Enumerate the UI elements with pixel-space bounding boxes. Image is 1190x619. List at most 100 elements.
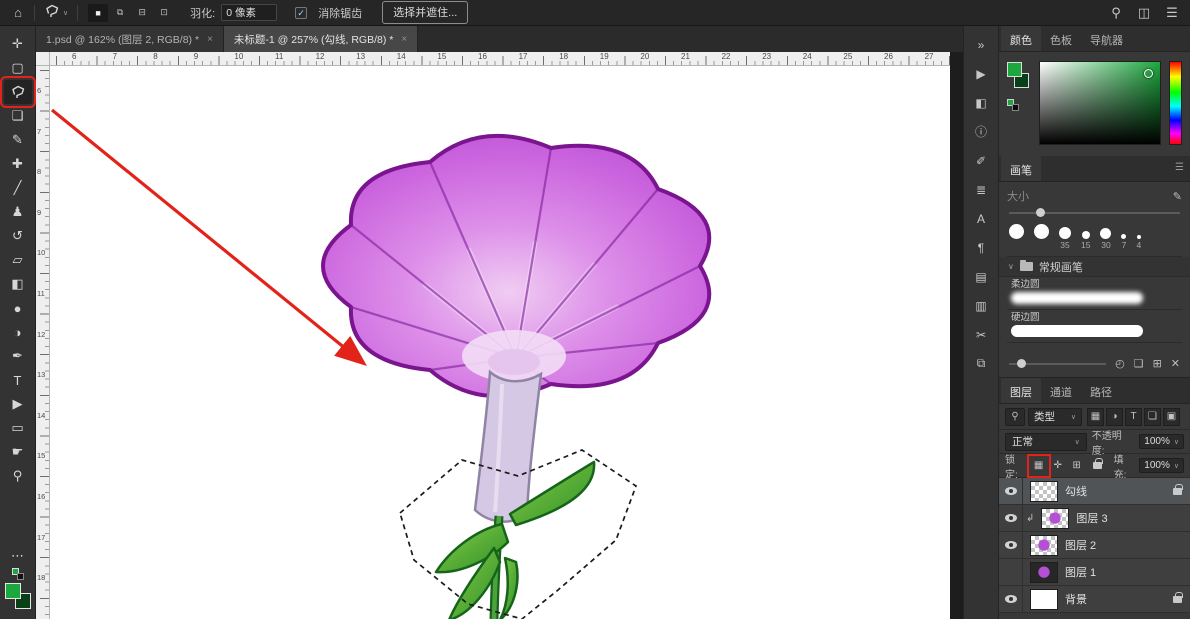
- tab-路径[interactable]: 路径: [1081, 378, 1121, 403]
- brush-preset[interactable]: [1009, 224, 1024, 250]
- new-selection-button[interactable]: ■: [88, 4, 108, 22]
- swatches-panel-icon[interactable]: ▤: [968, 264, 994, 289]
- brush-preset[interactable]: 15: [1081, 231, 1090, 250]
- info-panel-icon[interactable]: ⓘ: [968, 119, 994, 144]
- lock-image-pixels-icon[interactable]: ✛: [1050, 458, 1066, 474]
- edit-toolbar-icon[interactable]: ⋯: [4, 544, 32, 568]
- home-icon[interactable]: ⌂: [8, 5, 28, 20]
- actions-panel-icon[interactable]: ▶: [968, 61, 994, 86]
- color-picker-marker[interactable]: [1144, 69, 1153, 78]
- workspace-switcher-icon[interactable]: ◫: [1134, 5, 1154, 21]
- layer-row[interactable]: 背景: [999, 586, 1190, 613]
- select-and-mask-button[interactable]: 选择并遮住...: [382, 1, 468, 24]
- foreground-color-swatch[interactable]: [5, 583, 21, 599]
- brush-preset[interactable]: 35: [1059, 227, 1071, 250]
- document-tab[interactable]: 1.psd @ 162% (图层 2, RGB/8) *×: [36, 26, 224, 52]
- default-colors-icon[interactable]: [12, 568, 24, 580]
- horizontal-ruler[interactable]: 6789101112131415161718192021222324252627: [50, 52, 950, 66]
- blend-mode-dropdown[interactable]: 正常 ∨: [1005, 433, 1087, 451]
- eyedropper-tool[interactable]: ✎: [4, 128, 32, 152]
- delete-brush-icon[interactable]: ✕: [1171, 357, 1180, 370]
- fill-dropdown[interactable]: 100% ∨: [1139, 458, 1184, 473]
- move-tool[interactable]: ✛: [4, 32, 32, 56]
- document-canvas[interactable]: [50, 66, 950, 619]
- ruler-origin[interactable]: [36, 52, 50, 66]
- eraser-tool[interactable]: ▱: [4, 248, 32, 272]
- slider-knob[interactable]: [1036, 208, 1045, 217]
- feather-input[interactable]: [221, 4, 277, 21]
- brush-preset[interactable]: 7: [1121, 234, 1126, 250]
- clone-stamp-tool[interactable]: ♟: [4, 200, 32, 224]
- hue-slider[interactable]: [1169, 61, 1182, 145]
- brush-size-slider[interactable]: [1009, 205, 1180, 221]
- filter-smart-objects-icon[interactable]: ▣: [1163, 408, 1180, 426]
- layer-row[interactable]: ↳图层 3: [999, 505, 1190, 532]
- tab-颜色[interactable]: 颜色: [1001, 26, 1041, 51]
- styles-panel-icon[interactable]: ▥: [968, 293, 994, 318]
- layer-row[interactable]: 图层 1: [999, 559, 1190, 586]
- tab-导航器[interactable]: 导航器: [1081, 26, 1132, 51]
- visibility-toggle[interactable]: [999, 559, 1023, 585]
- filter-adjustment-layers-icon[interactable]: ◑: [1106, 408, 1123, 426]
- tab-色板[interactable]: 色板: [1041, 26, 1081, 51]
- history-brush-tool[interactable]: ↺: [4, 224, 32, 248]
- healing-brush-tool[interactable]: ✚: [4, 152, 32, 176]
- layer-filter-type-dropdown[interactable]: 类型 ∨: [1028, 408, 1082, 426]
- layer-thumbnail[interactable]: [1030, 589, 1058, 610]
- layer-search-icon[interactable]: ⚲: [1005, 408, 1025, 426]
- brush-preset[interactable]: 30: [1100, 228, 1111, 250]
- more-options-icon[interactable]: ☰: [1162, 5, 1182, 21]
- panel-menu-icon[interactable]: ☰: [1169, 156, 1190, 181]
- document-tab[interactable]: 未标题-1 @ 257% (勾线, RGB/8) *×: [224, 26, 418, 52]
- default-colors-icon[interactable]: [1007, 99, 1019, 111]
- pen-tool[interactable]: ✒: [4, 344, 32, 368]
- stroke-smoothing-slider[interactable]: [1009, 358, 1106, 370]
- lock-all-icon[interactable]: [1088, 458, 1104, 474]
- brush-preset[interactable]: 4: [1136, 235, 1141, 250]
- zoom-tool[interactable]: ⚲: [4, 464, 32, 488]
- subtract-from-selection-button[interactable]: ⊟: [132, 4, 152, 22]
- paragraph-panel-icon[interactable]: ¶: [968, 235, 994, 260]
- layer-row[interactable]: 勾线: [999, 478, 1190, 505]
- character-panel-icon[interactable]: A: [968, 206, 994, 231]
- crop-tool[interactable]: ❏: [4, 104, 32, 128]
- brush-item[interactable]: 柔边圆: [1007, 277, 1182, 310]
- layer-row[interactable]: 图层 2: [999, 532, 1190, 559]
- lock-transparent-pixels-icon[interactable]: ▦: [1031, 458, 1047, 474]
- notes-panel-icon[interactable]: ✂: [968, 322, 994, 347]
- brush-tool[interactable]: ╱: [4, 176, 32, 200]
- visibility-toggle[interactable]: [999, 505, 1023, 531]
- filter-shape-layers-icon[interactable]: ❏: [1144, 408, 1161, 426]
- polygonal-lasso-tool[interactable]: [4, 80, 32, 104]
- layer-thumbnail[interactable]: [1030, 481, 1058, 502]
- visibility-toggle[interactable]: [999, 586, 1023, 612]
- dodge-tool[interactable]: ◑: [4, 320, 32, 344]
- properties-panel-icon[interactable]: ◧: [968, 90, 994, 115]
- slider-knob[interactable]: [1017, 359, 1026, 368]
- tab-通道[interactable]: 通道: [1041, 378, 1081, 403]
- tab-图层[interactable]: 图层: [1001, 378, 1041, 403]
- gradient-tool[interactable]: ◧: [4, 272, 32, 296]
- new-group-icon[interactable]: ❏: [1134, 357, 1144, 370]
- opacity-dropdown[interactable]: 100% ∨: [1139, 434, 1184, 449]
- intersect-selection-button[interactable]: ⊡: [154, 4, 174, 22]
- current-tool-preview[interactable]: ∨: [41, 1, 71, 24]
- visibility-toggle[interactable]: [999, 478, 1023, 504]
- foreground-color-swatch[interactable]: [1007, 62, 1022, 77]
- filter-type-layers-icon[interactable]: T: [1125, 408, 1142, 426]
- visibility-toggle[interactable]: [999, 532, 1023, 558]
- saturation-brightness-field[interactable]: [1039, 61, 1161, 145]
- close-tab-icon[interactable]: ×: [401, 34, 407, 45]
- brush-settings-icon[interactable]: ✎: [1173, 190, 1182, 203]
- layer-thumbnail[interactable]: [1041, 508, 1069, 529]
- brush-angle-icon[interactable]: ◴: [1115, 357, 1125, 370]
- tab-brushes[interactable]: 画笔: [1001, 156, 1041, 181]
- add-to-selection-button[interactable]: ⧉: [110, 4, 130, 22]
- brush-group-header[interactable]: ∨ 常规画笔: [999, 257, 1190, 277]
- vertical-ruler[interactable]: 6789101112131415161718: [36, 66, 50, 619]
- marquee-tool[interactable]: ▢: [4, 56, 32, 80]
- collapse-panels-icon[interactable]: »: [968, 32, 994, 57]
- measurement-log-panel-icon[interactable]: ≣: [968, 177, 994, 202]
- path-selection-tool[interactable]: ▶: [4, 392, 32, 416]
- libraries-panel-icon[interactable]: ⧉: [968, 351, 994, 376]
